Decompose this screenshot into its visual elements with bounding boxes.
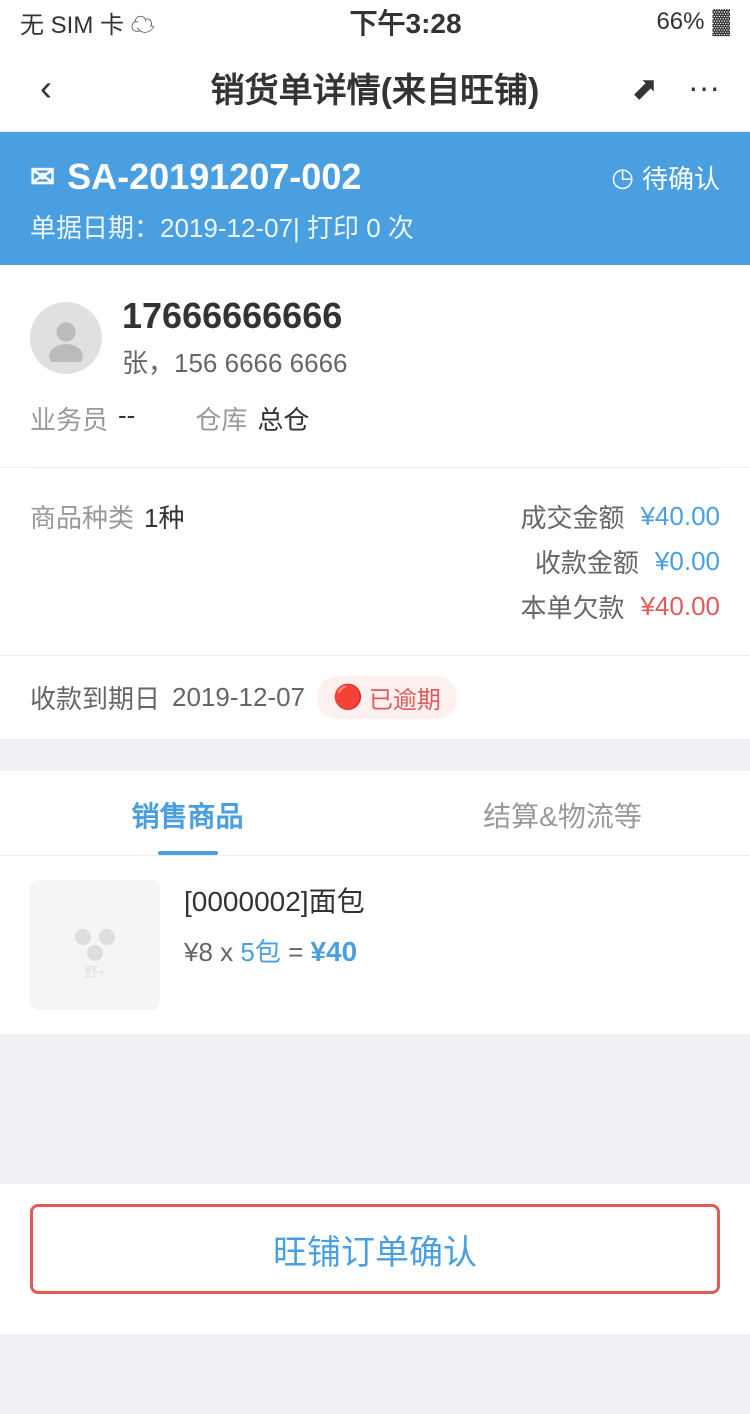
amount-label-0: 成交金额 (520, 498, 624, 535)
sales-value: -- (118, 400, 135, 437)
amount-value-0: ¥40.00 (640, 501, 720, 532)
warehouse-value: 总仓 (257, 400, 309, 437)
summary-right: 成交金额 ¥40.00 收款金额 ¥0.00 本单欠款 ¥40.00 (520, 498, 720, 625)
order-id-row: ✉ SA-20191207-002 ◷ 待确认 (30, 156, 720, 198)
order-icon: ✉ (30, 160, 55, 195)
order-id: ✉ SA-20191207-002 (30, 156, 361, 198)
order-status: ◷ 待确认 (611, 159, 720, 196)
status-left: 无 SIM 卡 ☁ (20, 5, 155, 40)
product-thumbnail: 野+ (30, 880, 160, 1010)
product-total: ¥40 (310, 936, 357, 967)
sales-label: 业务员 (30, 400, 108, 437)
overdue-badge: 🔴 已逾期 (317, 676, 457, 719)
amount-item-1: 收款金额 ¥0.00 (520, 543, 720, 580)
overdue-icon: 🔴 (333, 683, 363, 712)
customer-section: 17666666666 张，156 6666 6666 业务员 -- 仓库 总仓 (0, 265, 750, 467)
product-name-0: [0000002]面包 (184, 880, 720, 920)
more-icon[interactable]: ··· (688, 69, 720, 106)
amount-value-2: ¥40.00 (640, 591, 720, 622)
product-qty: 5包 (240, 937, 280, 967)
amount-item-2: 本单欠款 ¥40.00 (520, 588, 720, 625)
amount-item-0: 成交金额 ¥40.00 (520, 498, 720, 535)
back-button[interactable]: ‹ (30, 57, 62, 119)
avatar (30, 302, 102, 374)
battery-icon: ▓ (712, 8, 730, 36)
status-right: 66% ▓ (656, 8, 730, 36)
warehouse-label: 仓库 (195, 400, 247, 437)
sales-person: 业务员 -- (30, 400, 135, 437)
product-type-label: 商品种类 (30, 498, 134, 535)
battery-level: 66% (656, 8, 704, 36)
product-price-0: ¥8 x 5包 = ¥40 (184, 932, 720, 969)
order-date: 单据日期：2019-12-07| 打印 0 次 (30, 208, 720, 245)
customer-name: 张，156 6666 6666 (122, 343, 348, 380)
status-text: 待确认 (642, 159, 720, 196)
customer-info: 17666666666 张，156 6666 6666 (122, 295, 348, 380)
warehouse: 仓库 总仓 (195, 400, 309, 437)
product-section: 野+ [0000002]面包 ¥8 x 5包 = ¥40 (0, 856, 750, 1034)
nav-bar: ‹ 销货单详情(来自旺铺) ⬈ ··· (0, 44, 750, 132)
amount-label-1: 收款金额 (535, 543, 639, 580)
summary-section: 商品种类 1种 成交金额 ¥40.00 收款金额 ¥0.00 本单欠款 ¥40.… (0, 468, 750, 655)
tab-settlement[interactable]: 结算&物流等 (375, 771, 750, 855)
status-clock-icon: ◷ (611, 162, 634, 193)
summary-left: 商品种类 1种 (30, 498, 184, 535)
status-bar: 无 SIM 卡 ☁ 下午3:28 66% ▓ (0, 0, 750, 44)
nav-actions: ⬈ ··· (631, 69, 720, 107)
product-type-row: 商品种类 1种 (30, 498, 184, 535)
product-type-value: 1种 (144, 498, 184, 535)
product-info-0: [0000002]面包 ¥8 x 5包 = ¥40 (184, 880, 720, 969)
page-title: 销货单详情(来自旺铺) (211, 63, 540, 112)
due-section: 收款到期日 2019-12-07 🔴 已逾期 (0, 656, 750, 739)
amount-value-1: ¥0.00 (655, 546, 720, 577)
sim-status: 无 SIM 卡 ☁ (20, 5, 155, 40)
share-icon[interactable]: ⬈ (631, 69, 658, 107)
tabs-section: 销售商品 结算&物流等 (0, 771, 750, 856)
amount-label-2: 本单欠款 (520, 588, 624, 625)
status-time: 下午3:28 (350, 2, 462, 42)
customer-row: 17666666666 张，156 6666 6666 (30, 295, 720, 380)
overdue-text: 已逾期 (369, 680, 441, 715)
due-date-label: 收款到期日 (30, 679, 160, 716)
section-divider (0, 739, 750, 755)
order-header: ✉ SA-20191207-002 ◷ 待确认 单据日期：2019-12-07|… (0, 132, 750, 265)
bottom-bar: 旺铺订单确认 (0, 1183, 750, 1334)
confirm-order-button[interactable]: 旺铺订单确认 (30, 1204, 720, 1294)
due-date-value: 2019-12-07 (172, 682, 305, 713)
svg-text:野+: 野+ (84, 964, 106, 980)
tab-products[interactable]: 销售商品 (0, 771, 375, 855)
customer-meta: 业务员 -- 仓库 总仓 (30, 400, 720, 437)
product-item-0: 野+ [0000002]面包 ¥8 x 5包 = ¥40 (30, 880, 720, 1010)
customer-phone: 17666666666 (122, 295, 348, 337)
